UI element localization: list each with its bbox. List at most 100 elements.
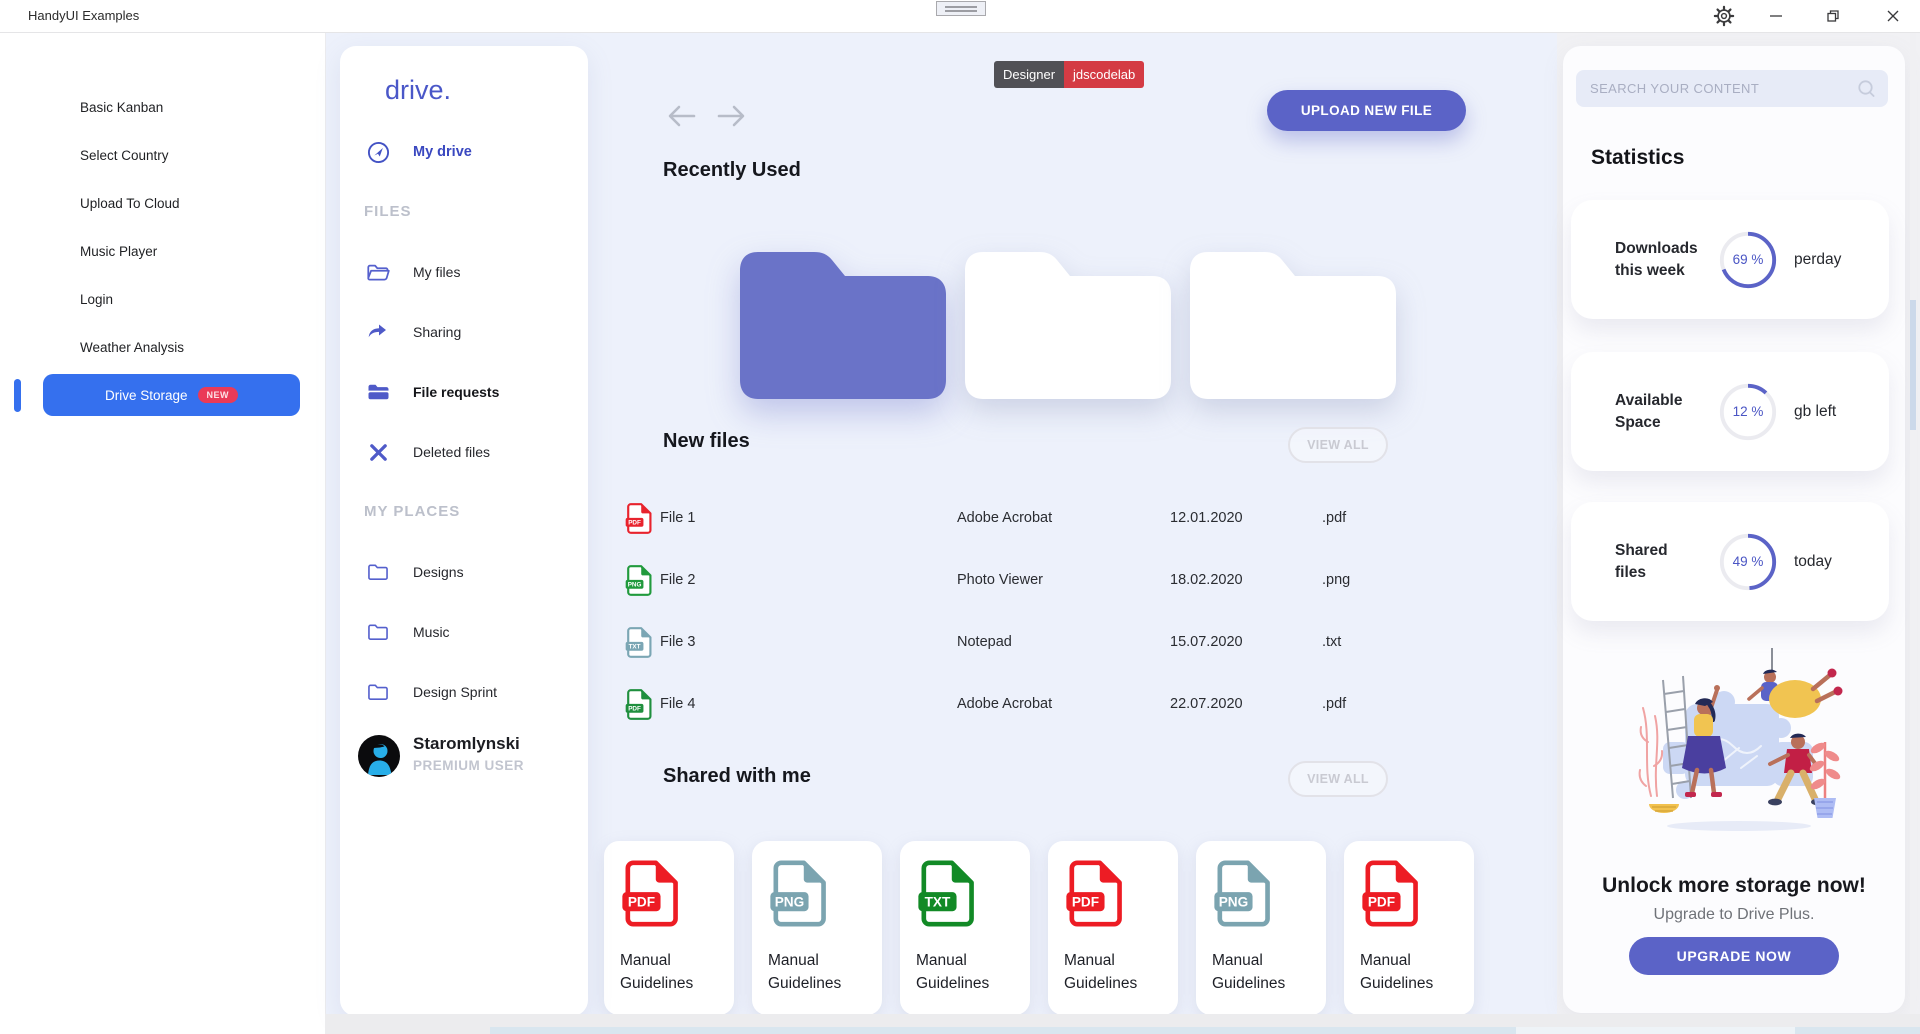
window-drag-handle[interactable]	[936, 1, 986, 16]
user-name: Staromlynski	[413, 734, 520, 753]
nav-label: My drive	[413, 144, 472, 160]
file-row[interactable]: PDF File 1 Adobe Acrobat 12.01.2020 .pdf	[610, 500, 1410, 540]
stat-label: Available Space	[1615, 391, 1683, 431]
examples-sidebar: Basic Kanban Select Country Upload To Cl…	[0, 32, 326, 1034]
nav-item-designs[interactable]: Designs	[340, 555, 588, 589]
file-name: File 4	[660, 696, 696, 712]
recent-folder-1[interactable]	[740, 243, 946, 399]
search-box	[1576, 70, 1888, 107]
nav-label: Design Sprint	[413, 684, 498, 700]
shared-file-card[interactable]: PNG Manual Guidelines	[1196, 841, 1326, 1015]
drive-logo: drive.	[385, 75, 452, 105]
view-all-shared-button[interactable]: VIEW ALL	[1288, 761, 1388, 797]
svg-text:PDF: PDF	[1368, 894, 1395, 909]
close-button[interactable]	[1880, 3, 1906, 29]
percent-value: 49 %	[1732, 554, 1764, 569]
file-row[interactable]: TXT File 3 Notepad 15.07.2020 .txt	[610, 624, 1410, 664]
shared-file-card[interactable]: TXT Manual Guidelines	[900, 841, 1030, 1015]
close-icon	[1883, 6, 1903, 26]
txt-file-icon: TXT	[625, 626, 653, 659]
avatar	[358, 735, 400, 777]
file-date: 18.02.2020	[1170, 572, 1243, 588]
stat-card-available-space: Available Space 12 % gb left	[1571, 352, 1889, 471]
nav-item-file-requests[interactable]: File requests	[340, 375, 588, 409]
pdf-file-icon: PDF	[1065, 858, 1125, 929]
forward-button[interactable]	[712, 103, 750, 131]
sidebar-item-music-player[interactable]: Music Player	[80, 242, 157, 262]
recently-used-heading: Recently Used	[663, 159, 801, 181]
svg-text:PDF: PDF	[628, 706, 641, 713]
stat-suffix: gb left	[1794, 402, 1837, 420]
txt-file-icon: TXT	[917, 858, 977, 929]
shared-file-card[interactable]: PNG Manual Guidelines	[752, 841, 882, 1015]
file-name: File 3	[660, 634, 696, 650]
shared-file-card[interactable]: PDF Manual Guidelines	[1344, 841, 1474, 1015]
search-icon	[1856, 78, 1878, 105]
recent-folder-2[interactable]	[965, 243, 1171, 399]
svg-text:TXT: TXT	[629, 644, 641, 651]
stat-label: Shared files	[1615, 541, 1668, 581]
restore-button[interactable]	[1820, 3, 1846, 29]
nav-item-my-files[interactable]: My files	[340, 255, 588, 289]
upload-new-file-button[interactable]: UPLOAD NEW FILE	[1267, 90, 1466, 131]
shared-file-title: Manual Guidelines	[1360, 952, 1434, 993]
recent-folder-3[interactable]	[1190, 243, 1396, 399]
png-file-icon: PNG	[769, 858, 829, 929]
nav-label: Sharing	[413, 324, 462, 340]
titlebar: HandyUI Examples	[0, 0, 1920, 33]
folder-icon	[365, 680, 391, 704]
section-label-files: FILES	[364, 203, 412, 220]
drive-storage-label: Drive Storage	[104, 387, 188, 403]
x-icon	[365, 440, 391, 464]
nav-label: Designs	[413, 564, 464, 580]
svg-text:PNG: PNG	[775, 894, 805, 909]
window-title: HandyUI Examples	[28, 8, 140, 23]
settings-button[interactable]	[1711, 3, 1737, 29]
upgrade-now-button[interactable]: UPGRADE NOW	[1629, 937, 1839, 975]
minimize-button[interactable]	[1763, 3, 1789, 29]
nav-item-my-drive[interactable]: My drive	[340, 135, 588, 169]
sidebar-item-drive-storage[interactable]: Drive Storage NEW	[43, 374, 300, 416]
shared-file-card[interactable]: PDF Manual Guidelines	[1048, 841, 1178, 1015]
sidebar-item-upload-to-cloud[interactable]: Upload To Cloud	[80, 194, 180, 214]
statistics-panel: Statistics Downloads this week 69 % perd…	[1563, 46, 1905, 1013]
stat-suffix: perday	[1794, 250, 1842, 268]
nav-label: File requests	[413, 384, 500, 400]
nav-item-music[interactable]: Music	[340, 615, 588, 649]
designer-label: Designer	[994, 61, 1065, 88]
shared-file-title: Manual Guidelines	[620, 952, 694, 993]
shared-file-card[interactable]: PDF Manual Guidelines	[604, 841, 734, 1015]
file-extension: .png	[1322, 572, 1351, 588]
file-app: Photo Viewer	[957, 572, 1043, 588]
shared-with-me-heading: Shared with me	[663, 765, 811, 787]
pdf-file-icon: PDF	[625, 688, 653, 721]
sidebar-item-basic-kanban[interactable]: Basic Kanban	[80, 98, 163, 118]
nav-item-sharing[interactable]: Sharing	[340, 315, 588, 349]
file-app: Notepad	[957, 634, 1012, 650]
sidebar-item-weather-analysis[interactable]: Weather Analysis	[80, 338, 184, 358]
file-extension: .pdf	[1322, 510, 1347, 526]
nav-label: My files	[413, 264, 461, 280]
nav-item-deleted-files[interactable]: Deleted files	[340, 435, 588, 469]
nav-item-design-sprint[interactable]: Design Sprint	[340, 675, 588, 709]
promo-illustration	[1621, 646, 1847, 838]
new-badge: NEW	[197, 387, 239, 403]
file-row[interactable]: PDF File 4 Adobe Acrobat 22.07.2020 .pdf	[610, 686, 1410, 726]
statistics-heading: Statistics	[1591, 146, 1685, 169]
file-row[interactable]: PNG File 2 Photo Viewer 18.02.2020 .png	[610, 562, 1410, 602]
file-date: 12.01.2020	[1170, 510, 1243, 526]
file-date: 22.07.2020	[1170, 696, 1243, 712]
search-input[interactable]	[1576, 70, 1888, 107]
user-profile[interactable]: Staromlynski PREMIUM USER	[340, 732, 588, 784]
shared-file-title: Manual Guidelines	[1212, 952, 1286, 993]
view-all-new-files-button[interactable]: VIEW ALL	[1288, 427, 1388, 463]
back-button[interactable]	[663, 103, 701, 131]
vertical-scrollbar-thumb[interactable]	[1910, 300, 1916, 430]
horizontal-scrollbar-thumb[interactable]	[1516, 1027, 1795, 1034]
folder-filled-icon	[365, 380, 391, 404]
sidebar-item-login[interactable]: Login	[80, 290, 113, 310]
pdf-file-icon: PDF	[621, 858, 681, 929]
progress-ring: 49 %	[1717, 531, 1779, 593]
sidebar-item-select-country[interactable]: Select Country	[80, 146, 169, 166]
section-label-my-places: MY PLACES	[364, 503, 461, 520]
